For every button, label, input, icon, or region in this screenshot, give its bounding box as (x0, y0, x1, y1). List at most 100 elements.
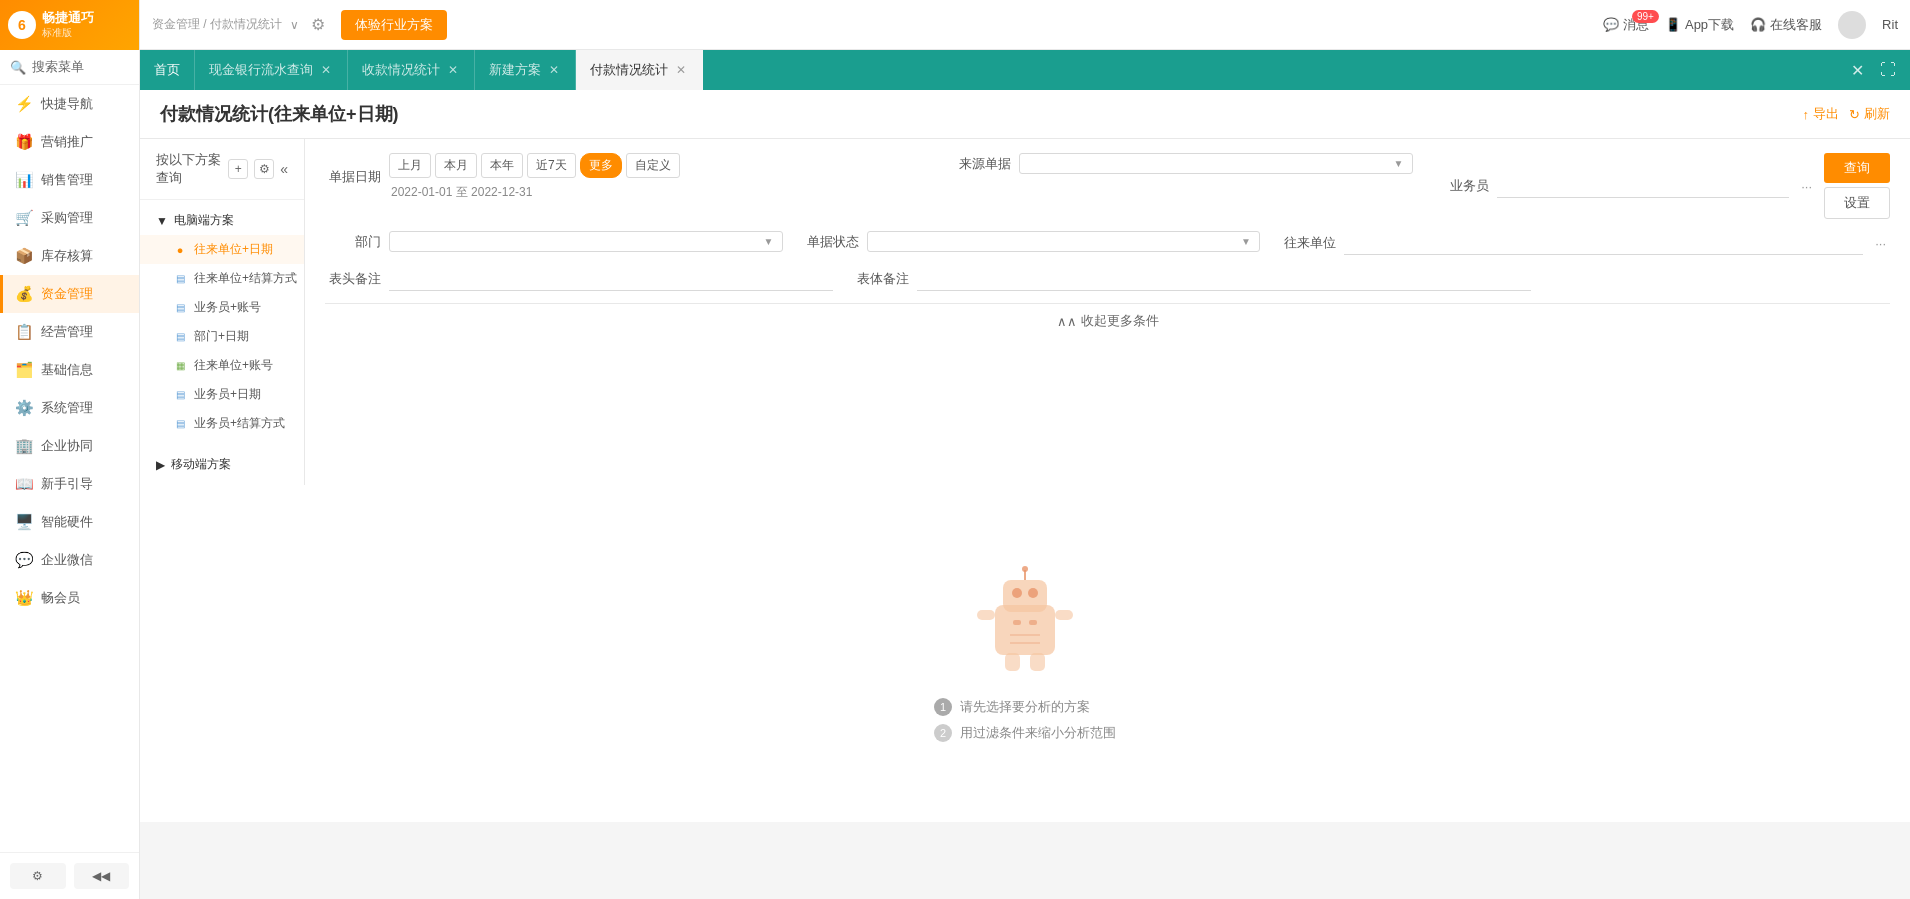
tab-home[interactable]: 首页 (140, 50, 195, 90)
topbar-settings-icon[interactable]: ⚙ (307, 11, 329, 38)
settings-bottom-btn[interactable]: ⚙ (10, 863, 66, 889)
scheme-group-title-mobile[interactable]: ▶ 移动端方案 (140, 450, 304, 479)
sidebar-item-guide[interactable]: 📖 新手引导 (0, 465, 139, 503)
empty-tip-2: 2 用过滤条件来缩小分析范围 (934, 724, 1116, 742)
marketing-icon: 🎁 (15, 133, 33, 151)
sidebar-item-member[interactable]: 👑 畅会员 (0, 579, 139, 617)
left-panel-header: 按以下方案查询 + ⚙ « (140, 139, 304, 200)
sales-label: 销售管理 (41, 171, 93, 189)
last-7-days-btn[interactable]: 近7天 (527, 153, 576, 178)
dept-select[interactable]: ▼ (389, 231, 783, 252)
filter-row-1: 单据日期 上月 本月 本年 近7天 更多 自定义 2022-01-01 至 20… (325, 153, 1890, 219)
sidebar-item-capital[interactable]: 💰 资金管理 (0, 275, 139, 313)
this-month-btn[interactable]: 本月 (435, 153, 477, 178)
tabs: 首页现金银行流水查询✕收款情况统计✕新建方案✕付款情况统计✕ (140, 50, 703, 90)
message-badge: 99+ (1632, 10, 1659, 23)
custom-date-btn[interactable]: 自定义 (626, 153, 680, 178)
basic-icon: 🗂️ (15, 361, 33, 379)
scheme-item-dept-date[interactable]: ▤部门+日期 (140, 322, 304, 351)
message-btn[interactable]: 💬 消息 99+ (1603, 16, 1649, 34)
online-service-btn[interactable]: 🎧 在线客服 (1750, 16, 1822, 34)
scheme-group-chevron-desktop: ▼ (156, 214, 168, 228)
scheme-settings-btn[interactable]: ⚙ (254, 159, 274, 179)
empty-robot-svg (965, 565, 1085, 675)
tab-new-scheme[interactable]: 新建方案✕ (475, 50, 576, 90)
search-menu[interactable]: 🔍 搜索菜单 (0, 50, 139, 85)
filter-body: 按以下方案查询 + ⚙ « ▼ 电脑端方案 ●往来单位+日 (140, 139, 1910, 485)
tab-close-payment-stat[interactable]: ✕ (674, 61, 688, 79)
tab-receipt-stat[interactable]: 收款情况统计 ✕ (348, 50, 475, 90)
scheme-item-label-unit-settle: 往来单位+结算方式 (194, 270, 297, 287)
scheme-item-staff-settle[interactable]: ▤业务员+结算方式 (140, 409, 304, 438)
export-btn[interactable]: ↑ 导出 (1803, 105, 1840, 123)
sidebar-item-purchase[interactable]: 🛒 采购管理 (0, 199, 139, 237)
filter-row-3: 表头备注 表体备注 (325, 267, 1890, 291)
sidebar-item-inventory[interactable]: 📦 库存核算 (0, 237, 139, 275)
tab-close-bank-flow[interactable]: ✕ (319, 61, 333, 79)
filter-right: 单据日期 上月 本月 本年 近7天 更多 自定义 2022-01-01 至 20… (305, 139, 1910, 485)
guide-label: 新手引导 (41, 475, 93, 493)
app-download-btn[interactable]: 📱 App下载 (1665, 16, 1734, 34)
sidebar-item-quick-nav[interactable]: ⚡ 快捷导航 (0, 85, 139, 123)
add-scheme-btn[interactable]: + (228, 159, 248, 179)
scheme-item-staff-date[interactable]: ▤业务员+日期 (140, 380, 304, 409)
scheme-item-label-dept-date: 部门+日期 (194, 328, 249, 345)
sidebar-item-system[interactable]: ⚙️ 系统管理 (0, 389, 139, 427)
tab-close-receipt-stat[interactable]: ✕ (446, 61, 460, 79)
source-select[interactable]: ▼ (1019, 153, 1413, 174)
unit-more-btn[interactable]: ··· (1871, 232, 1890, 255)
status-select[interactable]: ▼ (867, 231, 1261, 252)
close-all-tabs-btn[interactable]: ✕ (1845, 57, 1870, 84)
tab-bar: 首页现金银行流水查询✕收款情况统计✕新建方案✕付款情况统计✕ ✕ ⛶ (140, 50, 1910, 90)
trial-btn[interactable]: 体验行业方案 (341, 10, 447, 40)
tip-num-2: 2 (934, 724, 952, 742)
logo-sub: 标准版 (42, 26, 94, 40)
header-note-input[interactable] (389, 267, 833, 291)
source-label: 来源单据 (955, 155, 1011, 173)
unit-input[interactable] (1344, 231, 1863, 255)
svg-rect-8 (977, 610, 995, 620)
system-icon: ⚙️ (15, 399, 33, 417)
logo-icon: 6 (8, 11, 36, 39)
last-month-btn[interactable]: 上月 (389, 153, 431, 178)
tab-close-new-scheme[interactable]: ✕ (547, 61, 561, 79)
body-note-input[interactable] (917, 267, 1531, 291)
user-avatar (1838, 11, 1866, 39)
main-content: 资金管理 / 付款情况统计 ∨ ⚙ 体验行业方案 💬 消息 99+ 📱 App下… (140, 0, 1910, 899)
logo-text: 畅捷通巧 (42, 10, 94, 26)
app-icon: 📱 (1665, 17, 1681, 32)
more-date-btn[interactable]: 更多 (580, 153, 622, 178)
maximize-btn[interactable]: ⛶ (1874, 57, 1902, 83)
tab-payment-stat[interactable]: 付款情况统计✕ (576, 50, 703, 90)
collapse-more-btn[interactable]: ∧∧ 收起更多条件 (1057, 312, 1159, 330)
settings-filter-btn[interactable]: 设置 (1824, 187, 1890, 219)
scheme-item-unit-account[interactable]: ▦往来单位+账号 (140, 351, 304, 380)
sidebar-item-marketing[interactable]: 🎁 营销推广 (0, 123, 139, 161)
empty-tip-1: 1 请先选择要分析的方案 (934, 698, 1116, 716)
sidebar-item-operation[interactable]: 📋 经营管理 (0, 313, 139, 351)
sidebar-item-wechat[interactable]: 💬 企业微信 (0, 541, 139, 579)
scheme-item-unit-date[interactable]: ●往来单位+日期 (140, 235, 304, 264)
header-note-filter: 表头备注 (325, 267, 833, 291)
refresh-btn[interactable]: ↻ 刷新 (1849, 105, 1890, 123)
query-btn[interactable]: 查询 (1824, 153, 1890, 183)
collapse-left-panel-btn[interactable]: « (280, 161, 288, 177)
sidebar-item-sales[interactable]: 📊 销售管理 (0, 161, 139, 199)
quick-nav-icon: ⚡ (15, 95, 33, 113)
scheme-group-title-desktop[interactable]: ▼ 电脑端方案 (140, 206, 304, 235)
scheme-item-staff-account[interactable]: ▤业务员+账号 (140, 293, 304, 322)
scheme-item-unit-settle[interactable]: ▤往来单位+结算方式 (140, 264, 304, 293)
sidebar-item-corp[interactable]: 🏢 企业协同 (0, 427, 139, 465)
sidebar-item-hardware[interactable]: 🖥️ 智能硬件 (0, 503, 139, 541)
collapse-sidebar-btn[interactable]: ◀◀ (74, 863, 130, 889)
body-note-label: 表体备注 (853, 270, 909, 288)
tab-label-receipt-stat: 收款情况统计 (362, 61, 440, 79)
staff-more-btn[interactable]: ··· (1797, 175, 1816, 198)
dept-filter: 部门 ▼ (325, 231, 783, 252)
scheme-groups: ▼ 电脑端方案 ●往来单位+日期▤往来单位+结算方式▤业务员+账号▤部门+日期▦… (140, 200, 304, 485)
tab-bank-flow[interactable]: 现金银行流水查询✕ (195, 50, 348, 90)
date-label: 单据日期 (325, 168, 381, 186)
this-year-btn[interactable]: 本年 (481, 153, 523, 178)
staff-input[interactable] (1497, 174, 1790, 198)
sidebar-item-basic[interactable]: 🗂️ 基础信息 (0, 351, 139, 389)
